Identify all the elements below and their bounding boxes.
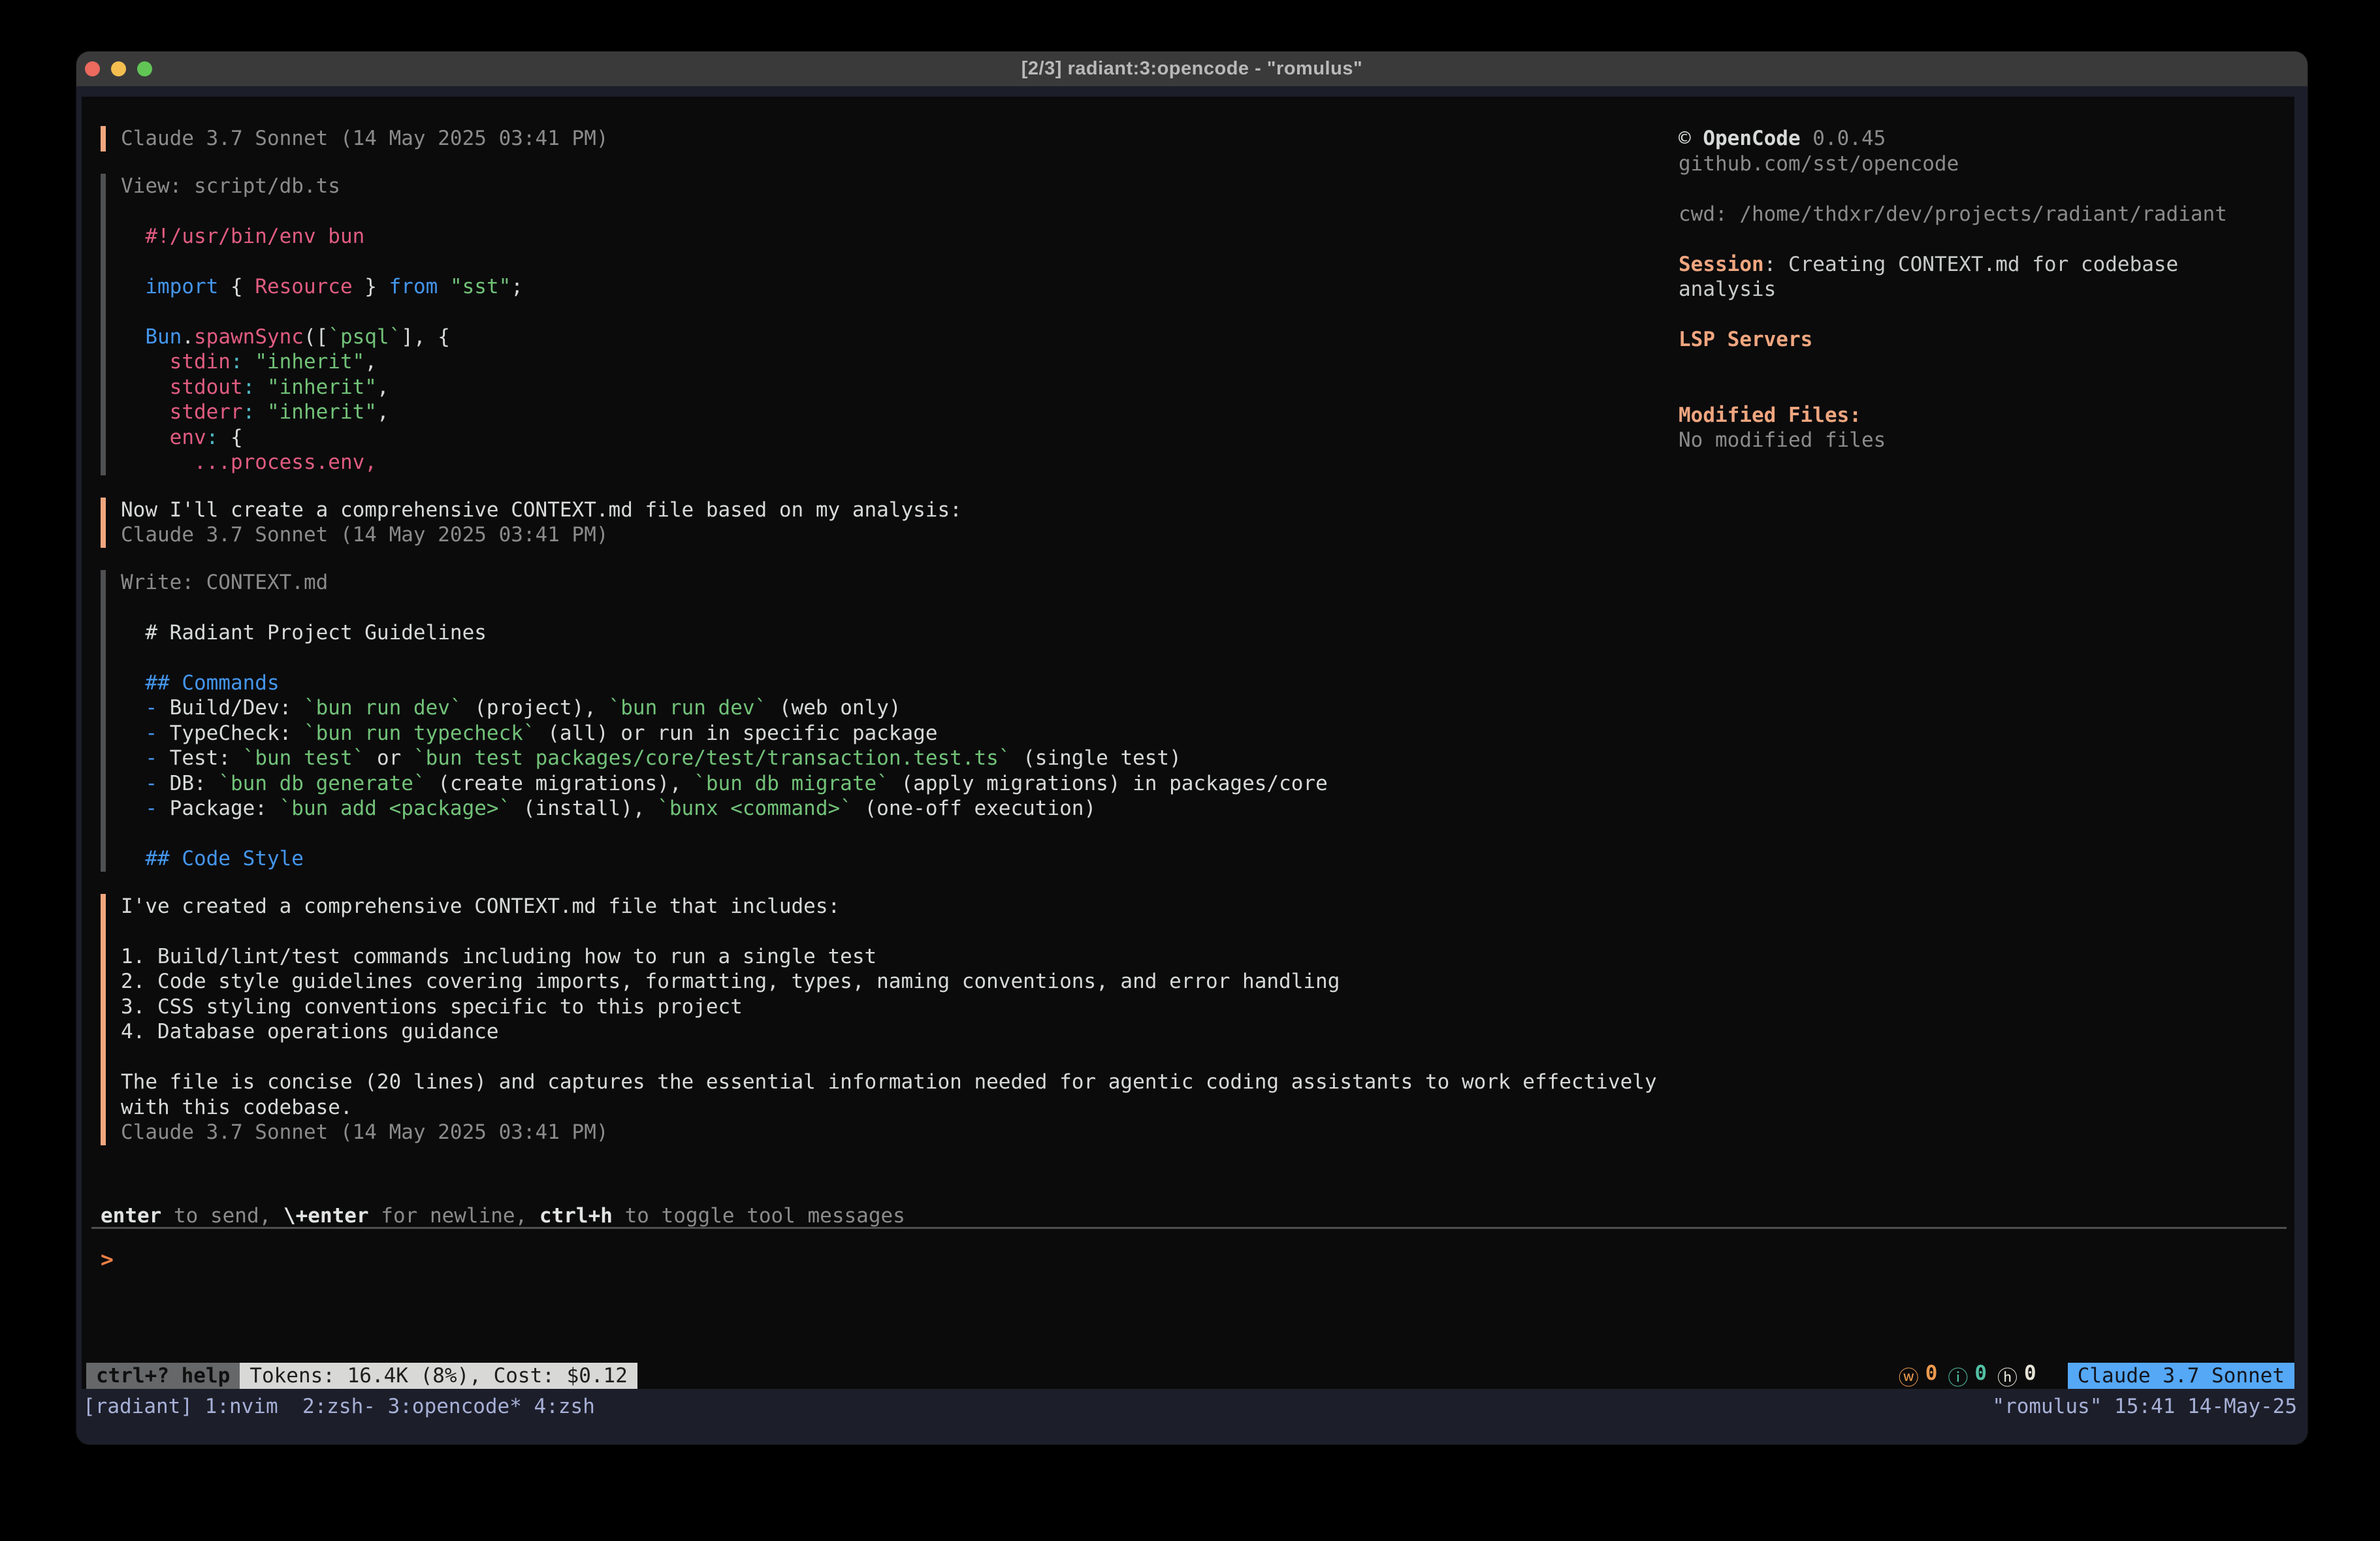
diagnostic-warning: ⓦ0 <box>1899 1361 1938 1391</box>
warning-icon: ⓦ <box>1899 1361 1919 1391</box>
status-chips: ctrl+? help Tokens: 16.4K (8%), Cost: $0… <box>82 1363 637 1389</box>
terminal-line: Claude 3.7 Sonnet (14 May 2025 03:41 PM) <box>121 126 1668 151</box>
terminal-line: - Package: `bun add <package>` (install)… <box>121 796 1668 821</box>
warning-count: 0 <box>1925 1361 1938 1391</box>
terminal-line: cwd: /home/thdxr/dev/projects/radiant/ra… <box>1679 202 2292 227</box>
status-right: ⓦ0ⓘ0ⓗ0 Claude 3.7 Sonnet <box>1899 1363 2294 1389</box>
terminal-line: github.com/sst/opencode <box>1679 151 2292 177</box>
info-icon: ⓘ <box>1948 1361 1968 1391</box>
opencode-tui: Claude 3.7 Sonnet (14 May 2025 03:41 PM)… <box>82 97 2294 1389</box>
tmux-session-clock: "romulus" 15:41 14-May-25 <box>1992 1393 2297 1420</box>
terminal-line: analysis <box>1679 277 2292 302</box>
terminal-line: import { Resource } from "sst"; <box>121 274 1668 300</box>
terminal-line <box>121 249 1668 274</box>
message-block: I've created a comprehensive CONTEXT.md … <box>101 894 1668 1145</box>
terminal-line: LSP Servers <box>1679 327 2292 353</box>
terminal-line: Now I'll create a comprehensive CONTEXT.… <box>121 498 1668 523</box>
terminal-line: 4. Database operations guidance <box>121 1019 1668 1045</box>
terminal-line: stdin: "inherit", <box>121 349 1668 375</box>
message-block: Claude 3.7 Sonnet (14 May 2025 03:41 PM) <box>101 126 1668 151</box>
terminal-line: - Test: `bun test` or `bun test packages… <box>121 746 1668 771</box>
message-block: Now I'll create a comprehensive CONTEXT.… <box>101 498 1668 548</box>
message-block: Write: CONTEXT.md # Radiant Project Guid… <box>101 570 1668 872</box>
tmux-window-list[interactable]: [radiant] 1:nvim 2:zsh- 3:opencode* 4:zs… <box>83 1393 595 1420</box>
terminal-line <box>1679 302 2292 328</box>
terminal-line: 3. CSS styling conventions specific to t… <box>121 994 1668 1020</box>
terminal-line: Session: Creating CONTEXT.md for codebas… <box>1679 252 2292 278</box>
terminal-line: 1. Build/lint/test commands including ho… <box>121 944 1668 970</box>
terminal-line <box>1679 227 2292 252</box>
info-count: 0 <box>1974 1361 1987 1391</box>
terminal-line: Claude 3.7 Sonnet (14 May 2025 03:41 PM) <box>121 522 1668 548</box>
terminal-line <box>1679 176 2292 202</box>
titlebar[interactable]: [2/3] radiant:3:opencode - "romulus" <box>76 52 2308 86</box>
terminal-line: 2. Code style guidelines covering import… <box>121 969 1668 994</box>
keybind-help: enter to send, \+enter for newline, ctrl… <box>101 1203 905 1229</box>
chat-transcript: Claude 3.7 Sonnet (14 May 2025 03:41 PM)… <box>101 126 1668 1168</box>
terminal-line: # Radiant Project Guidelines <box>121 620 1668 646</box>
terminal-line <box>1679 353 2292 378</box>
hint-count: 0 <box>2024 1361 2036 1391</box>
tokens-cost-chip: Tokens: 16.4K (8%), Cost: $0.12 <box>240 1363 637 1389</box>
terminal-line: ## Commands <box>121 671 1668 696</box>
lsp-diagnostics: ⓦ0ⓘ0ⓗ0 <box>1899 1363 2036 1389</box>
terminal-background: Claude 3.7 Sonnet (14 May 2025 03:41 PM)… <box>76 86 2308 1444</box>
terminal-line <box>121 1045 1668 1070</box>
terminal-line: - Build/Dev: `bun run dev` (project), `b… <box>121 695 1668 721</box>
help-shortcut-chip[interactable]: ctrl+? help <box>86 1363 240 1389</box>
window-title: [2/3] radiant:3:opencode - "romulus" <box>76 58 2308 80</box>
tmux-statusline: [radiant] 1:nvim 2:zsh- 3:opencode* 4:zs… <box>83 1393 2297 1420</box>
maximize-button[interactable] <box>137 61 152 76</box>
terminal-line: ...process.env, <box>121 450 1668 475</box>
terminal-line: I've created a comprehensive CONTEXT.md … <box>121 894 1668 919</box>
terminal-line <box>121 645 1668 671</box>
terminal-line <box>121 821 1668 847</box>
terminal-line: stdout: "inherit", <box>121 375 1668 400</box>
terminal-line: Claude 3.7 Sonnet (14 May 2025 03:41 PM) <box>121 1120 1668 1145</box>
terminal-line <box>121 299 1668 325</box>
minimize-button[interactable] <box>111 61 126 76</box>
traffic-lights <box>85 52 152 86</box>
prompt-icon: > <box>101 1247 114 1272</box>
diagnostic-info: ⓘ0 <box>1948 1361 1987 1391</box>
terminal-line: View: script/db.ts <box>121 174 1668 199</box>
model-badge[interactable]: Claude 3.7 Sonnet <box>2068 1363 2294 1389</box>
terminal-line: Write: CONTEXT.md <box>121 570 1668 596</box>
terminal-line: stderr: "inherit", <box>121 400 1668 425</box>
session-sidebar: © OpenCode 0.0.45github.com/sst/opencode… <box>1679 126 2292 453</box>
terminal-line: #!/usr/bin/env bun <box>121 224 1668 249</box>
terminal-line: env: { <box>121 425 1668 451</box>
terminal-line: Modified Files: <box>1679 403 2292 428</box>
status-bar: ctrl+? help Tokens: 16.4K (8%), Cost: $0… <box>82 1363 2294 1389</box>
terminal-line: - TypeCheck: `bun run typecheck` (all) o… <box>121 721 1668 746</box>
terminal-line: No modified files <box>1679 428 2292 453</box>
terminal-line: The file is concise (20 lines) and captu… <box>121 1070 1668 1095</box>
close-button[interactable] <box>85 61 100 76</box>
terminal-line: - DB: `bun db generate` (create migratio… <box>121 771 1668 797</box>
terminal-line: Bun.spawnSync([`psql`], { <box>121 325 1668 350</box>
diagnostic-hint: ⓗ0 <box>1997 1361 2036 1391</box>
terminal-line <box>1679 377 2292 403</box>
terminal-line <box>121 199 1668 224</box>
terminal-line: ## Code Style <box>121 846 1668 872</box>
input-divider <box>91 1227 2287 1229</box>
hint-icon: ⓗ <box>1997 1361 2018 1391</box>
message-input[interactable]: > <box>101 1246 114 1273</box>
terminal-line: with this codebase. <box>121 1095 1668 1120</box>
message-block: View: script/db.ts #!/usr/bin/env bun im… <box>101 174 1668 475</box>
terminal-line <box>121 919 1668 944</box>
terminal-window: [2/3] radiant:3:opencode - "romulus" Cla… <box>76 52 2308 1444</box>
terminal-line: © OpenCode 0.0.45 <box>1679 126 2292 151</box>
terminal-line <box>121 595 1668 620</box>
